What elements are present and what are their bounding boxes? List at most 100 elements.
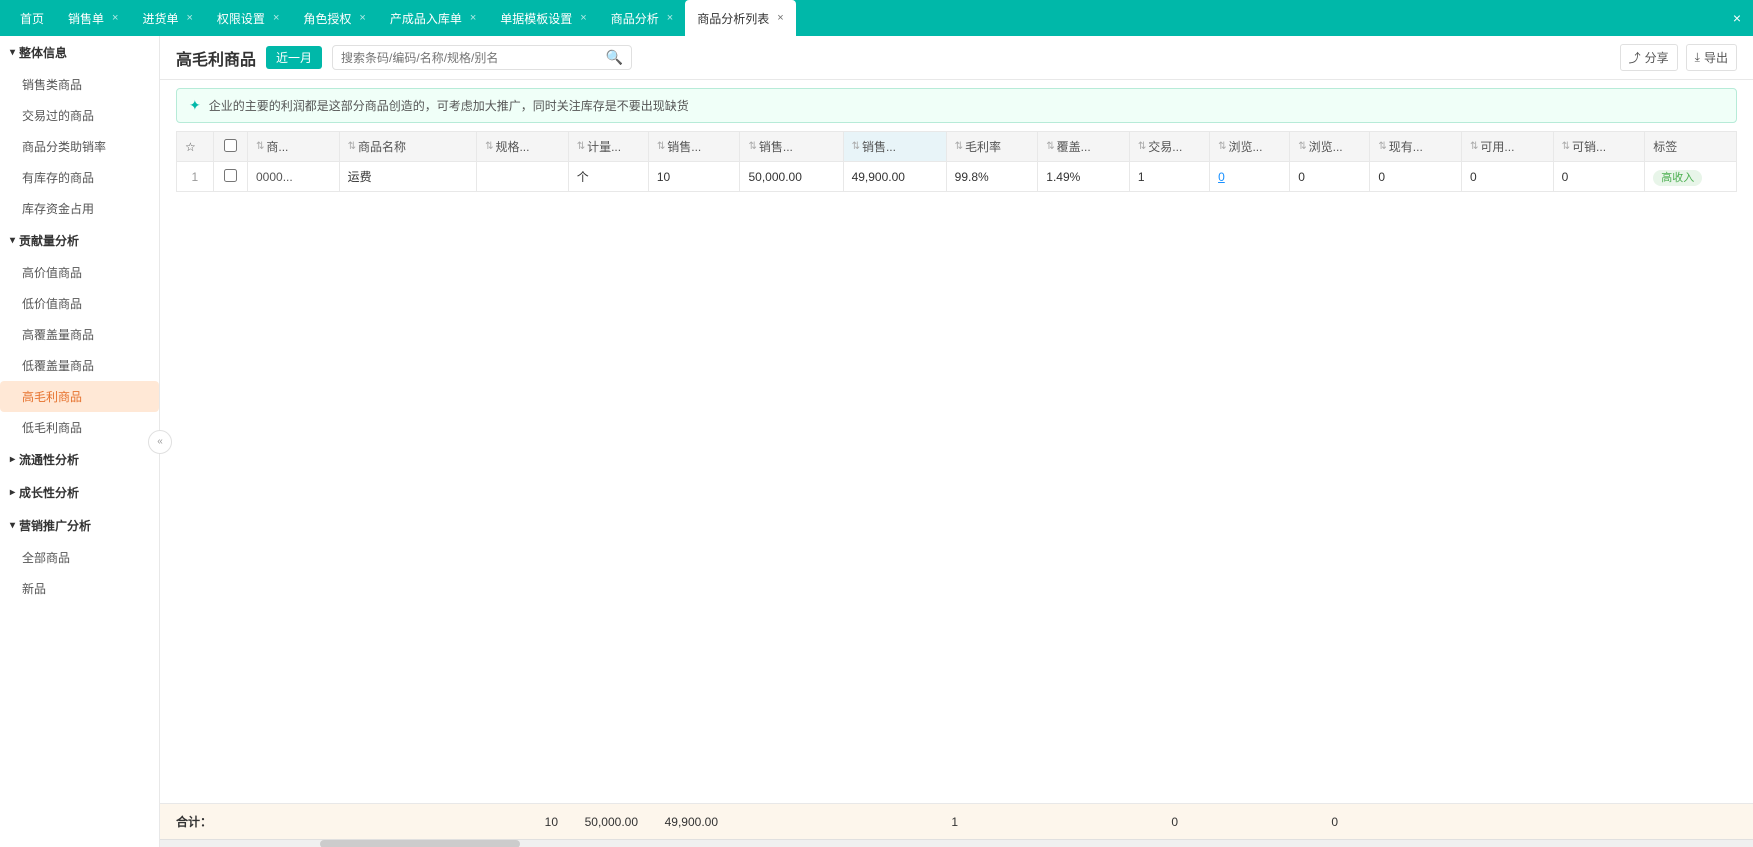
content-area: 高毛利商品 近一月 🔍 ⤴ 分享 ⤓ 导出 ✦ 企业的主要的利润都是这部分商品创… (160, 36, 1753, 847)
col-current-stock[interactable]: ⇅ 现有... (1370, 132, 1462, 162)
sidebar-section-growth[interactable]: ▸ 成长性分析 (0, 476, 159, 509)
time-filter-button[interactable]: 近一月 (266, 46, 322, 69)
footer-sales-qty: 10 (486, 815, 566, 829)
sidebar-section-overall[interactable]: ▾ 整体信息 (0, 36, 159, 69)
footer-spacer1 (226, 815, 486, 829)
footer-cells: 10 50,000.00 49,900.00 1 0 0 (226, 815, 1737, 829)
search-input[interactable] (341, 51, 600, 65)
row-sales-qty: 10 (648, 162, 740, 192)
nav-product-analysis-list[interactable]: 商品分析列表 × (685, 0, 795, 36)
nav-home[interactable]: 首页 (8, 0, 56, 36)
footer-spacer4 (966, 815, 1036, 829)
col-available-stock[interactable]: ⇅ 可用... (1462, 132, 1554, 162)
sidebar-item-category-sales-rate[interactable]: 商品分类助销率 (0, 131, 159, 162)
sidebar-item-high-coverage[interactable]: 高覆盖量商品 (0, 319, 159, 350)
row-spec (477, 162, 569, 192)
footer-transaction: 1 (886, 815, 966, 829)
footer-current-stock: 0 (1106, 815, 1186, 829)
nav-close-role-auth[interactable]: × (359, 12, 365, 24)
row-sellable-stock: 0 (1553, 162, 1645, 192)
row-name[interactable]: 运费 (339, 162, 476, 192)
sidebar-item-low-value[interactable]: 低价值商品 (0, 288, 159, 319)
select-all-checkbox[interactable] (224, 139, 237, 152)
col-unit[interactable]: ⇅ 计量... (568, 132, 648, 162)
nav-close-product-inbound[interactable]: × (470, 12, 476, 24)
search-icon: 🔍 (606, 49, 623, 66)
window-close-button[interactable]: × (1729, 10, 1745, 26)
nav-close-template-settings[interactable]: × (580, 12, 586, 24)
search-box[interactable]: 🔍 (332, 45, 632, 70)
sidebar-section-contribution[interactable]: ▾ 贡献量分析 (0, 224, 159, 257)
row-sales-amount: 50,000.00 (740, 162, 843, 192)
sidebar-item-high-margin[interactable]: 高毛利商品 (0, 381, 159, 412)
row-select-checkbox[interactable] (224, 169, 237, 182)
sidebar-item-stock-capital[interactable]: 库存资金占用 (0, 193, 159, 224)
sidebar-item-traded-goods[interactable]: 交易过的商品 (0, 100, 159, 131)
row-coverage: 1.49% (1038, 162, 1130, 192)
nav-permission-settings[interactable]: 权限设置 × (205, 0, 291, 36)
col-sales-qty[interactable]: ⇅ 销售... (648, 132, 740, 162)
nav-sales-order[interactable]: 销售单 × (56, 0, 130, 36)
row-browse1[interactable]: 0 (1210, 162, 1290, 192)
nav-template-settings[interactable]: 单据模板设置 × (488, 0, 598, 36)
sidebar-section-marketing[interactable]: ▾ 营销推广分析 (0, 509, 159, 542)
col-browse2[interactable]: ⇅ 浏览... (1290, 132, 1370, 162)
col-settings[interactable]: ☆ (177, 132, 214, 162)
bottom-scrollbar[interactable] (160, 839, 1753, 847)
col-code[interactable]: ⇅ 商... (248, 132, 340, 162)
nav-role-auth[interactable]: 角色授权 × (291, 0, 377, 36)
page-title: 高毛利商品 (176, 46, 256, 70)
nav-close-sales-order[interactable]: × (112, 12, 118, 24)
chevron-right-icon-2: ▸ (10, 487, 15, 498)
footer-sales-profit: 49,900.00 (646, 815, 726, 829)
chevron-down-icon: ▾ (10, 47, 15, 58)
sidebar-item-low-coverage[interactable]: 低覆盖量商品 (0, 350, 159, 381)
sidebar-section-liquidity[interactable]: ▸ 流通性分析 (0, 443, 159, 476)
sidebar-item-sales-goods[interactable]: 销售类商品 (0, 69, 159, 100)
export-button[interactable]: ⤓ 导出 (1686, 44, 1737, 71)
scrollbar-thumb[interactable] (320, 840, 520, 847)
chevron-down-icon-3: ▾ (10, 520, 15, 531)
sidebar-item-stocked-goods[interactable]: 有库存的商品 (0, 162, 159, 193)
col-checkbox[interactable] (213, 132, 247, 162)
col-sellable-stock[interactable]: ⇅ 可销... (1553, 132, 1645, 162)
footer-sales-amount: 50,000.00 (566, 815, 646, 829)
nav-close-product-analysis[interactable]: × (667, 12, 673, 24)
col-browse1[interactable]: ⇅ 浏览... (1210, 132, 1290, 162)
nav-close-product-analysis-list[interactable]: × (777, 12, 783, 24)
sidebar-item-low-margin[interactable]: 低毛利商品 (0, 412, 159, 443)
high-income-badge: 高收入 (1653, 170, 1702, 186)
row-code[interactable]: 0000... (248, 162, 340, 192)
nav-product-analysis[interactable]: 商品分析 × (599, 0, 685, 36)
col-sales-amount[interactable]: ⇅ 销售... (740, 132, 843, 162)
col-name[interactable]: ⇅ 商品名称 (339, 132, 476, 162)
row-browse2: 0 (1290, 162, 1370, 192)
nav-product-inbound[interactable]: 产成品入库单 × (378, 0, 488, 36)
row-checkbox[interactable] (213, 162, 247, 192)
row-num: 1 (177, 162, 214, 192)
row-unit: 个 (568, 162, 648, 192)
col-tag[interactable]: 标签 (1645, 132, 1737, 162)
header-actions: ⤴ 分享 ⤓ 导出 (1620, 44, 1737, 71)
browse1-link[interactable]: 0 (1218, 170, 1225, 184)
col-transaction[interactable]: ⇅ 交易... (1129, 132, 1209, 162)
nav-close-purchase-order[interactable]: × (186, 12, 192, 24)
footer-spacer2 (726, 815, 806, 829)
sidebar-collapse-button[interactable]: « (148, 430, 172, 454)
sidebar-item-all-goods[interactable]: 全部商品 (0, 542, 159, 573)
info-banner: ✦ 企业的主要的利润都是这部分商品创造的，可考虑加大推广，同时关注库存是不要出现… (176, 88, 1737, 123)
share-button[interactable]: ⤴ 分享 (1620, 44, 1678, 71)
col-spec[interactable]: ⇅ 规格... (477, 132, 569, 162)
row-transaction: 1 (1129, 162, 1209, 192)
table-wrapper: ☆ ⇅ 商... ⇅ (160, 131, 1753, 803)
row-tag: 高收入 (1645, 162, 1737, 192)
col-sales-profit[interactable]: ⇅ 销售... (843, 132, 946, 162)
col-coverage[interactable]: ⇅ 覆盖... (1038, 132, 1130, 162)
nav-purchase-order[interactable]: 进货单 × (130, 0, 204, 36)
data-table: ☆ ⇅ 商... ⇅ (176, 131, 1737, 192)
sidebar-item-new-goods[interactable]: 新品 (0, 573, 159, 604)
col-gross-margin[interactable]: ⇅ 毛利率 (946, 132, 1038, 162)
footer-spacer6 (1186, 815, 1266, 829)
sidebar-item-high-value[interactable]: 高价值商品 (0, 257, 159, 288)
nav-close-permission-settings[interactable]: × (273, 12, 279, 24)
